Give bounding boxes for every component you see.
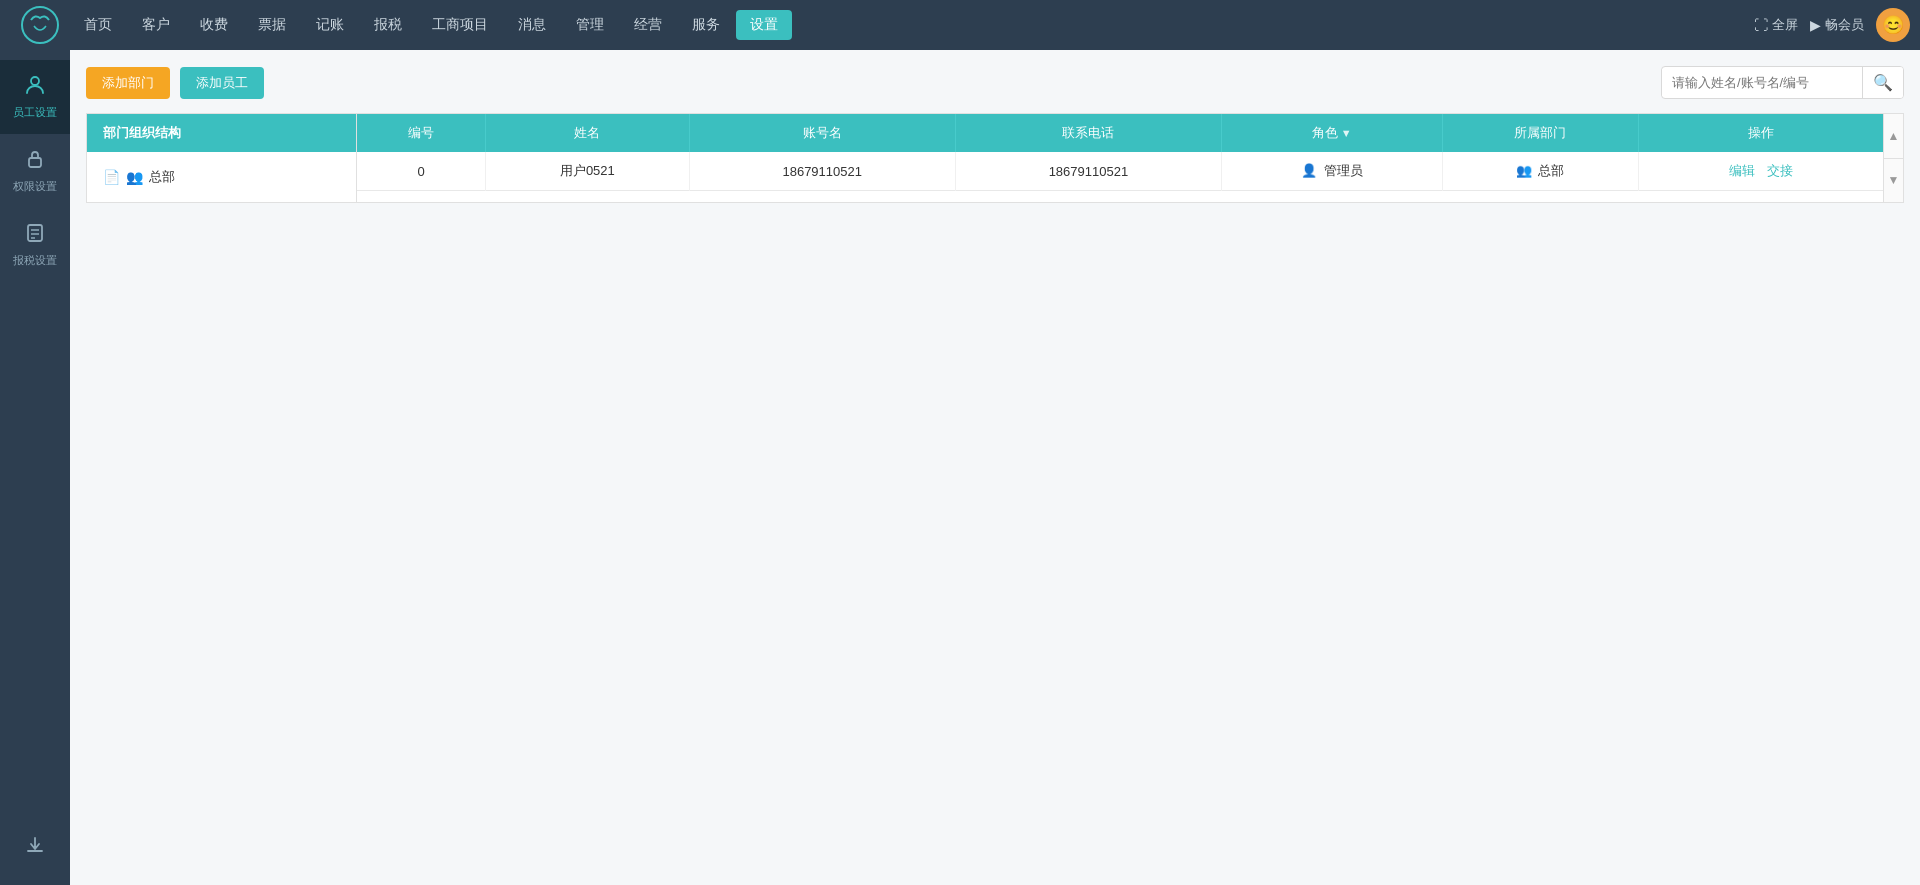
employee-table: 编号 姓名 账号名 联系电话 角色 ▼ 所属部门 操作 <box>357 114 1883 202</box>
sidebar-employee-label: 员工设置 <box>13 105 57 120</box>
cell-account: 18679110521 <box>689 152 955 191</box>
dept-value: 总部 <box>1538 163 1564 178</box>
nav-settings[interactable]: 设置 <box>736 10 792 40</box>
cell-dept: 👥 总部 <box>1442 152 1638 191</box>
role-filter[interactable]: 角色 ▼ <box>1312 124 1352 142</box>
edit-link[interactable]: 编辑 <box>1729 163 1755 178</box>
employee-icon <box>24 74 46 101</box>
fullscreen-icon: ⛶ <box>1754 17 1768 33</box>
nav-customer[interactable]: 客户 <box>128 10 184 40</box>
emp-data-table: 编号 姓名 账号名 联系电话 角色 ▼ 所属部门 操作 <box>357 114 1883 191</box>
svg-rect-2 <box>29 158 41 167</box>
search-button[interactable]: 🔍 <box>1862 67 1903 98</box>
vip-icon: ▶ <box>1810 17 1821 33</box>
add-department-button[interactable]: 添加部门 <box>86 67 170 99</box>
table-row: 0 用户0521 18679110521 18679110521 👤 管理员 👥… <box>357 152 1883 191</box>
transfer-link[interactable]: 交接 <box>1767 163 1793 178</box>
scroll-up-arrow[interactable]: ▲ <box>1884 114 1903 159</box>
main-layout: 员工设置 权限设置 报税设置 <box>0 50 1920 885</box>
dept-user-icon: 👥 <box>126 169 143 185</box>
dept-tree: 部门组织结构 📄 👥 总部 <box>87 114 357 202</box>
sidebar-item-tax-settings[interactable]: 报税设置 <box>0 208 70 282</box>
svg-point-0 <box>22 7 58 43</box>
dept-user-icon-cell: 👥 <box>1516 163 1532 178</box>
sidebar-bottom <box>0 824 70 885</box>
nav-accounting[interactable]: 记账 <box>302 10 358 40</box>
nav-manage[interactable]: 管理 <box>562 10 618 40</box>
th-role[interactable]: 角色 ▼ <box>1221 114 1442 152</box>
filter-icon: ▼ <box>1341 127 1352 139</box>
avatar-icon: 😊 <box>1882 14 1904 36</box>
role-user-icon: 👤 <box>1301 163 1317 178</box>
nav-items: 首页 客户 收费 票据 记账 报税 工商项目 消息 管理 经营 服务 设置 <box>70 10 1754 40</box>
role-value: 管理员 <box>1324 163 1363 178</box>
nav-home[interactable]: 首页 <box>70 10 126 40</box>
search-bar: 🔍 <box>1661 66 1904 99</box>
role-label: 角色 <box>1312 124 1338 142</box>
dept-tree-header: 部门组织结构 <box>87 114 356 152</box>
svg-point-1 <box>31 77 39 85</box>
tax-settings-icon <box>24 222 46 249</box>
nav-fee[interactable]: 收费 <box>186 10 242 40</box>
cell-role: 👤 管理员 <box>1221 152 1442 191</box>
nav-message[interactable]: 消息 <box>504 10 560 40</box>
table-layout: 部门组织结构 📄 👥 总部 编号 姓名 账号名 <box>86 113 1904 203</box>
sidebar-permission-label: 权限设置 <box>13 179 57 194</box>
cell-phone: 18679110521 <box>955 152 1221 191</box>
cell-name: 用户0521 <box>486 152 690 191</box>
cell-id: 0 <box>357 152 486 191</box>
permission-icon <box>24 148 46 175</box>
table-header: 编号 姓名 账号名 联系电话 角色 ▼ 所属部门 操作 <box>357 114 1883 152</box>
th-dept: 所属部门 <box>1442 114 1638 152</box>
app-logo <box>10 0 70 50</box>
sidebar-item-permission[interactable]: 权限设置 <box>0 134 70 208</box>
dept-tree-body: 📄 👥 总部 <box>87 152 356 202</box>
table-header-row: 编号 姓名 账号名 联系电话 角色 ▼ 所属部门 操作 <box>357 114 1883 152</box>
download-button[interactable] <box>0 824 70 869</box>
th-name: 姓名 <box>486 114 690 152</box>
action-bar: 添加部门 添加员工 🔍 <box>86 66 1904 99</box>
user-avatar[interactable]: 😊 <box>1876 8 1910 42</box>
search-input[interactable] <box>1662 69 1862 96</box>
nav-service[interactable]: 服务 <box>678 10 734 40</box>
nav-operation[interactable]: 经营 <box>620 10 676 40</box>
add-employee-button[interactable]: 添加员工 <box>180 67 264 99</box>
table-body: 0 用户0521 18679110521 18679110521 👤 管理员 👥… <box>357 152 1883 191</box>
download-icon <box>24 834 46 859</box>
nav-bills[interactable]: 票据 <box>244 10 300 40</box>
scroll-arrows: ▲ ▼ <box>1883 114 1903 202</box>
fullscreen-label: 全屏 <box>1772 16 1798 34</box>
nav-business[interactable]: 工商项目 <box>418 10 502 40</box>
nav-tax[interactable]: 报税 <box>360 10 416 40</box>
dept-tree-item[interactable]: 📄 👥 总部 <box>99 162 344 192</box>
content-area: 添加部门 添加员工 🔍 部门组织结构 📄 👥 总部 <box>70 50 1920 885</box>
th-action: 操作 <box>1638 114 1883 152</box>
vip-button[interactable]: ▶ 畅会员 <box>1810 16 1864 34</box>
sidebar: 员工设置 权限设置 报税设置 <box>0 50 70 885</box>
th-phone: 联系电话 <box>955 114 1221 152</box>
fullscreen-button[interactable]: ⛶ 全屏 <box>1754 16 1798 34</box>
top-navigation: 首页 客户 收费 票据 记账 报税 工商项目 消息 管理 经营 服务 设置 ⛶ … <box>0 0 1920 50</box>
dept-file-icon: 📄 <box>103 169 120 185</box>
th-account: 账号名 <box>689 114 955 152</box>
th-id: 编号 <box>357 114 486 152</box>
dept-name: 总部 <box>149 168 175 186</box>
nav-right-area: ⛶ 全屏 ▶ 畅会员 😊 <box>1754 8 1910 42</box>
vip-label: 畅会员 <box>1825 16 1864 34</box>
cell-actions: 编辑 交接 <box>1638 152 1883 191</box>
scroll-down-arrow[interactable]: ▼ <box>1884 159 1903 203</box>
sidebar-tax-label: 报税设置 <box>13 253 57 268</box>
sidebar-item-employee[interactable]: 员工设置 <box>0 60 70 134</box>
